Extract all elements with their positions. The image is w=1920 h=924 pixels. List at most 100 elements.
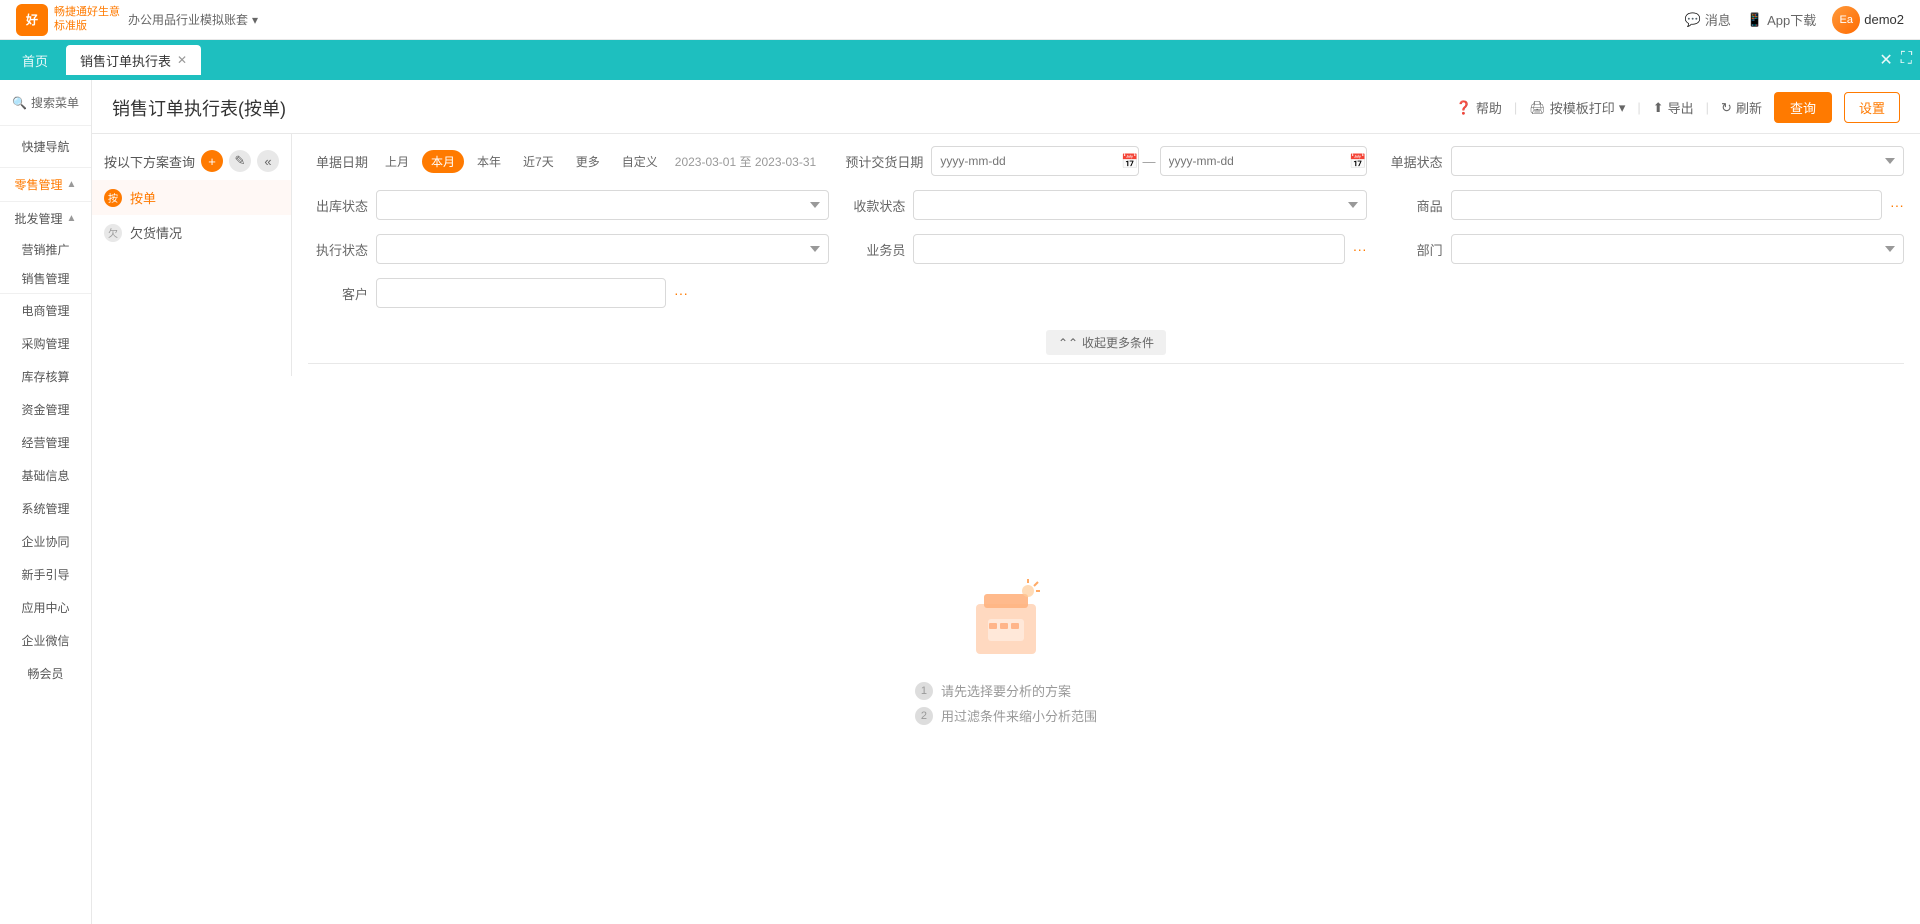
plan-item-order[interactable]: 按 按单 — [92, 180, 291, 215]
collapse-row: ⌃⌃ 收起更多条件 — [308, 322, 1904, 364]
step-num-1: 1 — [915, 682, 933, 700]
expected-date-end[interactable] — [1160, 146, 1368, 176]
user-profile[interactable]: Ea demo2 — [1832, 6, 1904, 34]
close-tab-action[interactable]: ✕ — [1879, 50, 1892, 70]
date-tag-custom[interactable]: 自定义 — [613, 150, 667, 173]
query-button[interactable]: 查询 — [1774, 92, 1832, 123]
content-area: 销售订单执行表(按单) ❓ 帮助 | 🖨 按模板打印 ▾ | ⬆ 导出 | — [92, 80, 1920, 924]
date-tag-7days[interactable]: 近7天 — [514, 150, 563, 173]
export-icon: ⬆ — [1653, 100, 1664, 116]
add-plan-button[interactable]: + — [201, 150, 223, 172]
sidebar-search[interactable]: 🔍 搜索菜单 — [0, 88, 91, 117]
delivery-status-field: 出库状态 — [308, 190, 829, 220]
wholesale-arrow: ▲ — [67, 213, 77, 224]
sidebar-sub-marketing[interactable]: 营销推广 — [0, 235, 91, 264]
expected-date-range: 📅 — 📅 — [931, 146, 1366, 176]
date-tags: 上月 本月 本年 近7天 更多 自定义 — [376, 150, 667, 173]
search-icon: 🔍 — [12, 96, 27, 110]
step-num-2: 2 — [915, 707, 933, 725]
salesperson-more-icon[interactable]: ··· — [1353, 241, 1367, 257]
collapse-button[interactable]: ⌃⌃ 收起更多条件 — [1046, 330, 1166, 355]
username-label: demo2 — [1864, 12, 1904, 27]
collapse-sidebar-button[interactable]: « — [257, 150, 279, 172]
payment-label: 收款状态 — [845, 196, 905, 215]
edit-plan-button[interactable]: ✎ — [229, 150, 251, 172]
top-header: 好 畅捷通好生意 标准版 办公用品行业模拟账套 ▾ 💬 消息 📱 App下载 E… — [0, 0, 1920, 40]
breadcrumb[interactable]: 办公用品行业模拟账套 ▾ — [128, 11, 258, 28]
refresh-icon: ↻ — [1721, 100, 1732, 116]
main-layout: 🔍 搜索菜单 快捷导航 零售管理 ▲ 批发管理 ▲ 营销推广 销售管理 — [0, 80, 1920, 924]
sidebar: 🔍 搜索菜单 快捷导航 零售管理 ▲ 批发管理 ▲ 营销推广 销售管理 — [0, 80, 92, 924]
plan-item-shortage[interactable]: 欠 欠货情况 — [92, 215, 291, 250]
tab-sales-order[interactable]: 销售订单执行表 ✕ — [66, 45, 201, 75]
sidebar-sub-sales[interactable]: 销售管理 — [0, 264, 91, 293]
sidebar-item-wechat[interactable]: 企业微信 — [0, 624, 91, 657]
delivery-status-select[interactable] — [376, 190, 829, 220]
sidebar-item-inventory[interactable]: 库存核算 — [0, 360, 91, 393]
sidebar-item-member[interactable]: 畅会员 — [0, 657, 91, 690]
help-button[interactable]: ❓ 帮助 — [1456, 98, 1502, 117]
settings-button[interactable]: 设置 — [1844, 92, 1900, 123]
sidebar-item-management[interactable]: 经营管理 — [0, 426, 91, 459]
date-range-text: 2023-03-01 至 2023-03-31 — [675, 153, 816, 170]
expected-date-start[interactable] — [931, 146, 1139, 176]
product-field: 商品 ··· — [1383, 190, 1904, 220]
date-tag-last-month[interactable]: 上月 — [376, 150, 418, 173]
date-calendar-icon-end[interactable]: 📅 — [1349, 153, 1366, 170]
filter-sidebar-header: 按以下方案查询 + ✎ « — [92, 146, 291, 180]
header-right: 💬 消息 📱 App下载 Ea demo2 — [1685, 6, 1904, 34]
page-title: 销售订单执行表(按单) — [112, 95, 286, 121]
payment-status-select[interactable] — [913, 190, 1366, 220]
doc-status-field: 单据状态 — [1383, 146, 1904, 176]
delivery-label: 出库状态 — [308, 196, 368, 215]
customer-label: 客户 — [308, 284, 368, 303]
customer-input[interactable] — [376, 278, 666, 308]
refresh-button[interactable]: ↻ 刷新 — [1721, 98, 1762, 117]
filter-row-4: 客户 ··· — [308, 278, 1904, 308]
date-tag-more[interactable]: 更多 — [567, 150, 609, 173]
date-tag-this-year[interactable]: 本年 — [468, 150, 510, 173]
sidebar-item-quick-nav[interactable]: 快捷导航 — [0, 130, 91, 163]
salesperson-input[interactable] — [913, 234, 1344, 264]
logo-area: 好 畅捷通好生意 标准版 — [16, 4, 120, 36]
sidebar-item-enterprise[interactable]: 企业协同 — [0, 525, 91, 558]
doc-status-select[interactable] — [1451, 146, 1904, 176]
exec-status-select[interactable] — [376, 234, 829, 264]
sidebar-item-ecommerce[interactable]: 电商管理 — [0, 294, 91, 327]
expand-tab-action[interactable]: ⛶ — [1901, 50, 1912, 70]
exec-status-field: 执行状态 — [308, 234, 829, 264]
logo-icon: 好 — [16, 4, 48, 36]
avatar: Ea — [1832, 6, 1860, 34]
sidebar-item-newbie[interactable]: 新手引导 — [0, 558, 91, 591]
tab-home[interactable]: 首页 — [8, 45, 62, 75]
sidebar-item-wholesale[interactable]: 批发管理 ▲ — [0, 202, 91, 235]
department-field: 部门 — [1383, 234, 1904, 264]
filter-row-3: 执行状态 业务员 ··· 部门 — [308, 234, 1904, 264]
filter-row-1: 单据日期 上月 本月 本年 近7天 更多 自定义 2023-03-01 至 20… — [308, 146, 1904, 176]
sidebar-quick-nav: 快捷导航 — [0, 126, 91, 168]
message-button[interactable]: 💬 消息 — [1685, 10, 1731, 29]
sidebar-item-basic-info[interactable]: 基础信息 — [0, 459, 91, 492]
sidebar-item-retail[interactable]: 零售管理 ▲ — [0, 168, 91, 201]
sidebar-item-system[interactable]: 系统管理 — [0, 492, 91, 525]
print-button[interactable]: 🖨 按模板打印 ▾ — [1529, 98, 1625, 117]
app-download-button[interactable]: 📱 App下载 — [1747, 10, 1816, 29]
print-icon: 🖨 — [1529, 100, 1546, 116]
date-tag-this-month[interactable]: 本月 — [422, 150, 464, 173]
date-calendar-icon-start[interactable]: 📅 — [1121, 153, 1138, 170]
salesperson-field: 业务员 ··· — [845, 234, 1366, 264]
customer-more-icon[interactable]: ··· — [674, 285, 688, 301]
product-label: 商品 — [1383, 196, 1443, 215]
empty-step-2: 2 用过滤条件来缩小分析范围 — [915, 706, 1097, 725]
product-input[interactable] — [1451, 190, 1882, 220]
department-select[interactable] — [1451, 234, 1904, 264]
tab-close-icon[interactable]: ✕ — [177, 53, 187, 67]
sidebar-item-app-center[interactable]: 应用中心 — [0, 591, 91, 624]
export-button[interactable]: ⬆ 导出 — [1653, 98, 1694, 117]
sidebar-item-finance[interactable]: 资金管理 — [0, 393, 91, 426]
collapse-icon: ⌃⌃ — [1058, 336, 1078, 350]
product-more-icon[interactable]: ··· — [1890, 197, 1904, 213]
sidebar-section-wholesale: 批发管理 ▲ 营销推广 销售管理 — [0, 202, 91, 294]
sidebar-item-purchase[interactable]: 采购管理 — [0, 327, 91, 360]
expected-date-label: 预计交货日期 — [845, 152, 923, 171]
